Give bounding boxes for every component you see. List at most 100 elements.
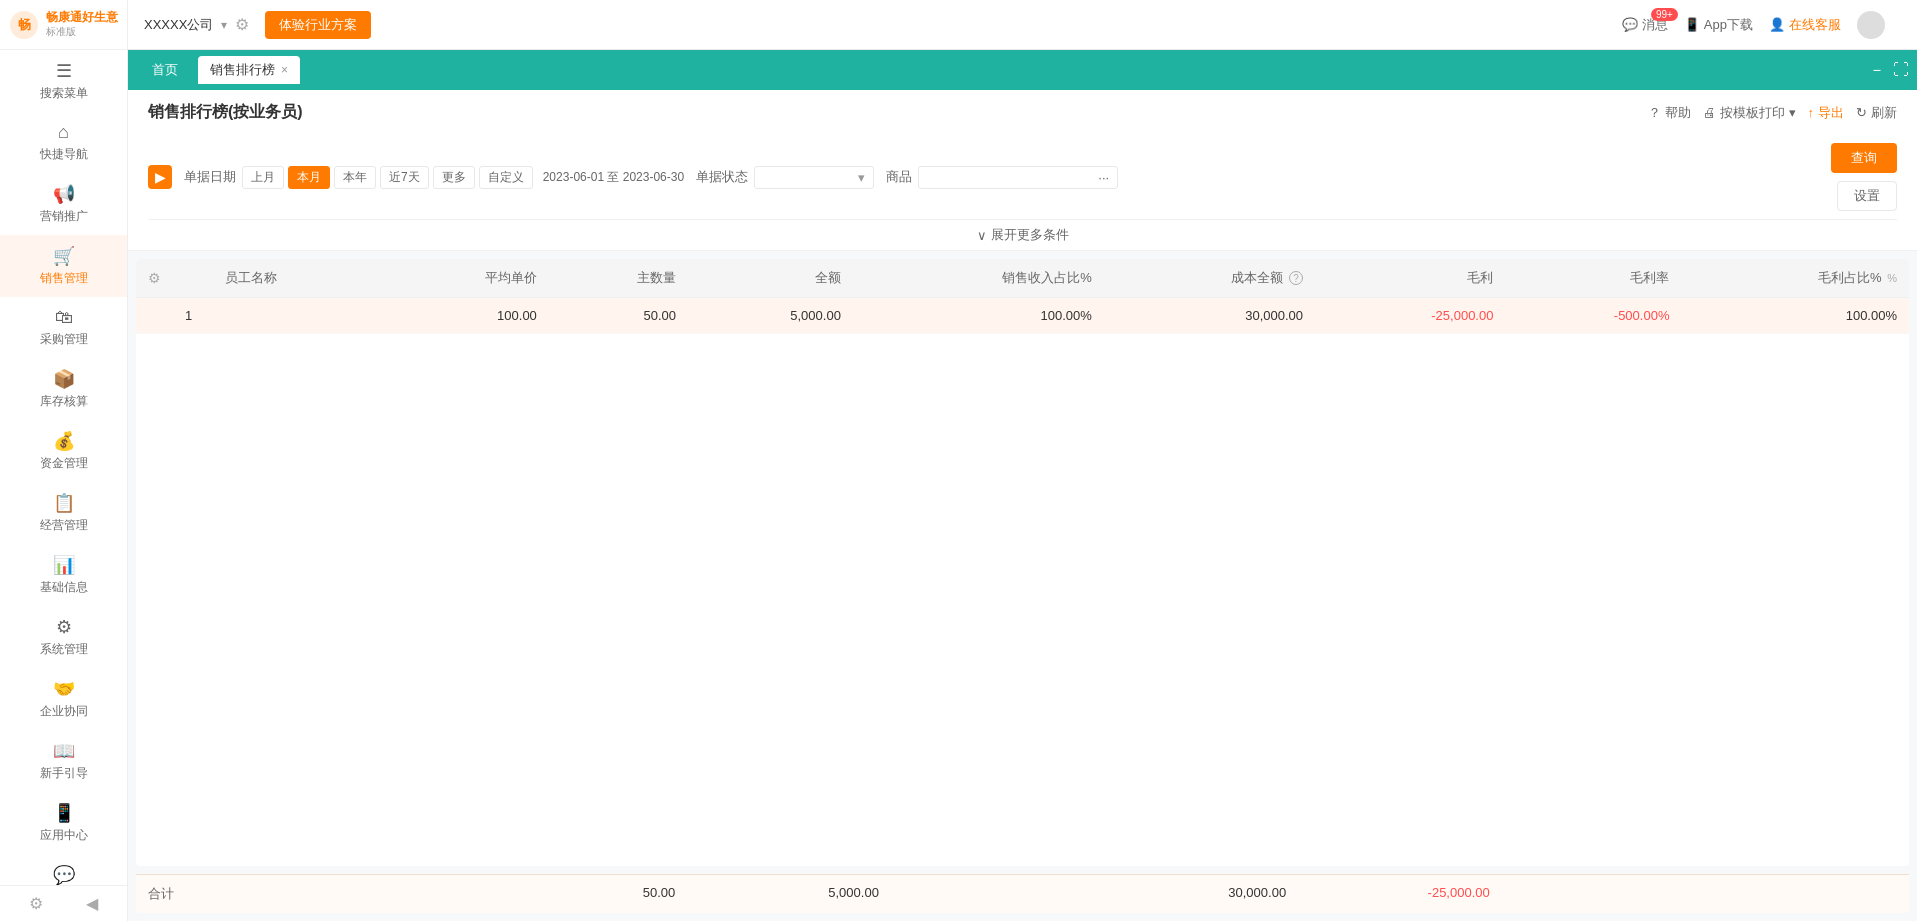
date-btn-last7[interactable]: 近7天 [380, 166, 429, 189]
status-filter-group: 单据状态 ▾ [696, 166, 874, 189]
help-btn[interactable]: ？ 帮助 [1648, 104, 1691, 122]
date-btn-custom[interactable]: 自定义 [479, 166, 533, 189]
tab-maximize-btn[interactable]: ⛶ [1893, 61, 1909, 79]
sidebar-item-purchase[interactable]: 🛍 采购管理 [0, 297, 127, 358]
trial-btn[interactable]: 体验行业方案 [265, 11, 371, 39]
sidebar-item-wechat[interactable]: 💬 企业微信 [0, 854, 127, 885]
sidebar-item-label: 搜索菜单 [40, 85, 88, 102]
print-label: 按模板打印 [1720, 104, 1785, 122]
grosspct-icon[interactable]: % [1887, 272, 1897, 284]
sidebar-item-enterprise[interactable]: 🤝 企业协同 [0, 668, 127, 730]
td-cost: 30,000.00 [1104, 298, 1315, 334]
filter-row: ▶ 单据日期 上月 本月 本年 近7天 更多 自定义 2023-06-01 至 … [148, 135, 1897, 219]
avatar[interactable] [1857, 11, 1885, 39]
sidebar-item-label: 新手引导 [40, 765, 88, 782]
message-btn[interactable]: 💬 消息 99+ [1622, 16, 1668, 34]
sidebar-item-inventory[interactable]: 📦 库存核算 [0, 358, 127, 420]
table-row: 1 100.00 50.00 5,000.00 100.00% 30,000.0… [136, 298, 1909, 334]
company-selector[interactable]: XXXXX公司 ▾ [144, 16, 227, 34]
sidebar-item-appcenter[interactable]: 📱 应用中心 [0, 792, 127, 854]
date-btn-last-month[interactable]: 上月 [242, 166, 284, 189]
status-select[interactable]: ▾ [754, 166, 874, 189]
query-btn[interactable]: 查询 [1831, 143, 1897, 173]
sidebar-logo: 畅 畅康通好生意 标准版 [0, 0, 127, 50]
enterprise-icon: 🤝 [53, 678, 75, 700]
goods-filter-label: 商品 [886, 168, 912, 186]
sidebar-collapse-btn[interactable]: ◀ [86, 894, 98, 913]
th-cost: 成本全额 ? [1104, 259, 1315, 298]
footer-gross-profit: -25,000.00 [1286, 885, 1490, 903]
goods-more-icon: ··· [1098, 170, 1109, 185]
th-sales-pct: 销售收入占比% [853, 259, 1104, 298]
wechat-icon: 💬 [53, 864, 75, 885]
app-download-btn[interactable]: 📱 App下载 [1684, 16, 1753, 34]
filter-expand-btn[interactable]: ▶ [148, 165, 172, 189]
logo-title: 畅康通好生意 [46, 10, 118, 26]
sidebar-item-label: 基础信息 [40, 579, 88, 596]
th-gross-profit: 毛利 [1315, 259, 1505, 298]
refresh-btn[interactable]: ↻ 刷新 [1856, 104, 1897, 122]
export-btn[interactable]: ↑ 导出 [1808, 104, 1845, 122]
th-gross-pct: 毛利占比% % [1681, 259, 1909, 298]
date-btn-more[interactable]: 更多 [433, 166, 475, 189]
sidebar: 畅 畅康通好生意 标准版 ☰ 搜索菜单 ⌂ 快捷导航 📢 营销推广 🛒 销售管理… [0, 0, 128, 921]
column-settings-icon[interactable]: ⚙ [148, 270, 161, 286]
sidebar-item-newbie[interactable]: 📖 新手引导 [0, 730, 127, 792]
topbar: XXXXX公司 ▾ ⚙ 体验行业方案 💬 消息 99+ 📱 App下载 👤 在线… [128, 0, 1917, 50]
settings-btn[interactable]: 设置 [1837, 181, 1897, 211]
basicinfo-icon: 📊 [53, 554, 75, 576]
footer-cost: 30,000.00 [1083, 885, 1287, 903]
data-table: ⚙ 员工名称 平均单价 主数量 全额 销售收入占比% 成本全额 ? 毛利 [136, 259, 1909, 334]
tab-close-icon[interactable]: × [281, 63, 288, 77]
appcenter-icon: 📱 [53, 802, 75, 824]
td-settings [136, 298, 173, 334]
sidebar-nav: ☰ 搜索菜单 ⌂ 快捷导航 📢 营销推广 🛒 销售管理 🛍 采购管理 📦 库存核… [0, 50, 127, 885]
date-btn-this-month[interactable]: 本月 [288, 166, 330, 189]
operations-icon: 📋 [53, 492, 75, 514]
sidebar-item-finance[interactable]: 💰 资金管理 [0, 420, 127, 482]
print-btn[interactable]: 🖨 按模板打印 ▾ [1703, 104, 1796, 122]
th-quantity: 主数量 [549, 259, 688, 298]
expand-more-row[interactable]: ∨ 展开更多条件 [148, 219, 1897, 250]
footer-sales-pct [879, 885, 1083, 903]
help-icon: ？ [1648, 104, 1661, 122]
sidebar-item-system[interactable]: ⚙ 系统管理 [0, 606, 127, 668]
sidebar-item-marketing[interactable]: 📢 营销推广 [0, 173, 127, 235]
sidebar-item-label: 销售管理 [40, 270, 88, 287]
date-btn-this-year[interactable]: 本年 [334, 166, 376, 189]
tab-minimize-btn[interactable]: － [1869, 60, 1885, 81]
th-employee: 员工名称 [213, 259, 381, 298]
td-gross-profit: -25,000.00 [1315, 298, 1505, 334]
sidebar-item-quicknav[interactable]: ⌂ 快捷导航 [0, 112, 127, 173]
sidebar-item-label: 库存核算 [40, 393, 88, 410]
message-icon: 💬 [1622, 17, 1638, 32]
chevron-down-icon: ∨ [977, 228, 987, 243]
sidebar-settings-btn[interactable]: ⚙ [29, 894, 43, 913]
refresh-label: 刷新 [1871, 104, 1897, 122]
td-employee [213, 298, 381, 334]
svg-text:畅: 畅 [18, 17, 31, 32]
th-settings: ⚙ [136, 259, 173, 298]
tab-home[interactable]: 首页 [136, 50, 194, 90]
td-quantity: 50.00 [549, 298, 688, 334]
sidebar-item-operations[interactable]: 📋 经营管理 [0, 482, 127, 544]
page-title: 销售排行榜(按业务员) [148, 102, 303, 123]
sidebar-item-basic[interactable]: 📊 基础信息 [0, 544, 127, 606]
th-rank [173, 259, 213, 298]
td-amount: 5,000.00 [688, 298, 853, 334]
td-avg-price: 100.00 [381, 298, 549, 334]
marketing-icon: 📢 [53, 183, 75, 205]
sidebar-item-label: 采购管理 [40, 331, 88, 348]
app-label: App下载 [1704, 16, 1753, 34]
sidebar-item-label: 应用中心 [40, 827, 88, 844]
cost-help-icon[interactable]: ? [1289, 271, 1303, 285]
footer-avg-price [268, 885, 472, 903]
sidebar-item-sales[interactable]: 🛒 销售管理 [0, 235, 127, 297]
chevron-down-icon: ▾ [221, 18, 227, 32]
goods-input[interactable]: ··· [918, 166, 1118, 189]
online-service-btn[interactable]: 👤 在线客服 [1769, 16, 1841, 34]
topbar-settings-icon[interactable]: ⚙ [235, 15, 249, 34]
tab-sales-ranking[interactable]: 销售排行榜 × [198, 56, 300, 84]
sidebar-item-search[interactable]: ☰ 搜索菜单 [0, 50, 127, 112]
sidebar-item-label: 企业协同 [40, 703, 88, 720]
